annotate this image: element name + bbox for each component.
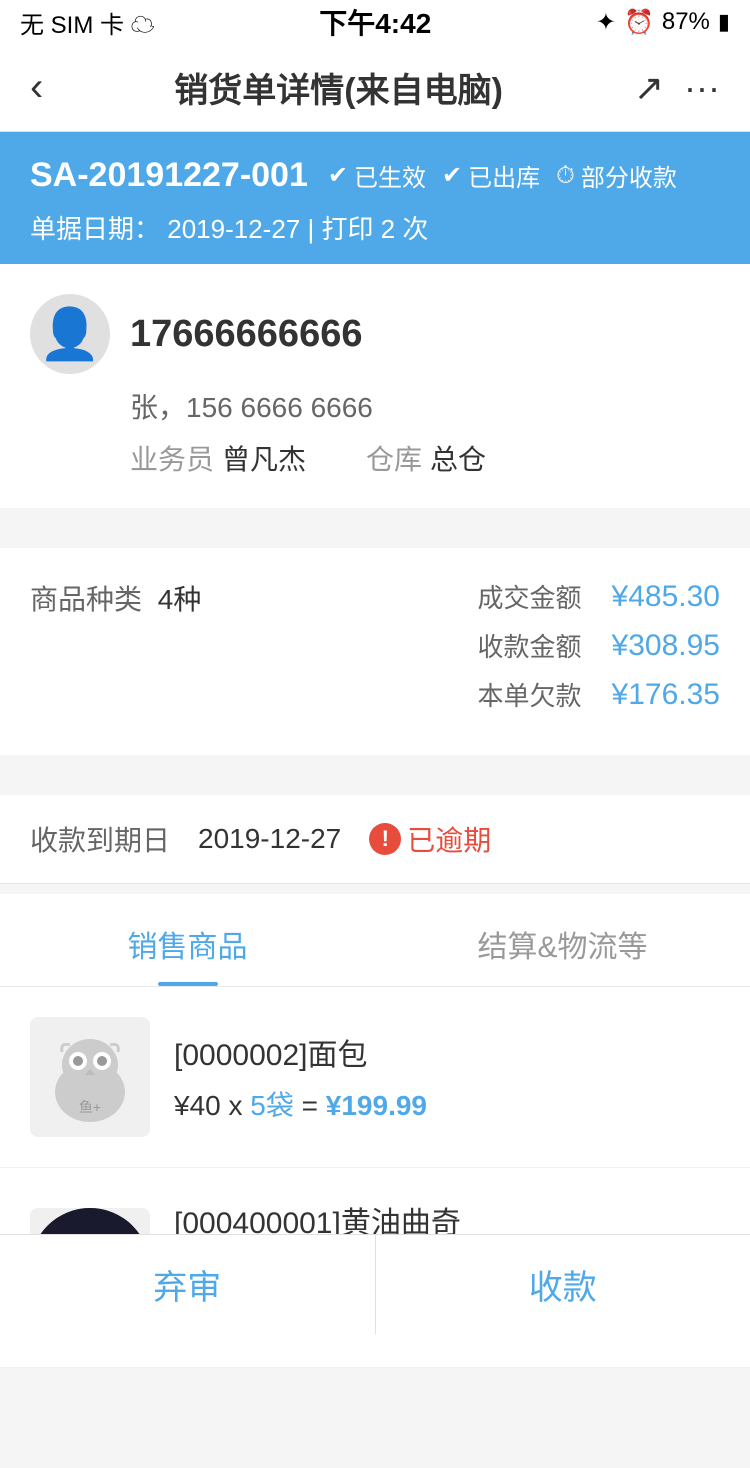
location-icon: ✦ xyxy=(596,8,616,37)
customer-section: 👤 17666666666 张，156 6666 6666 业务员 曾凡杰 仓库… xyxy=(0,264,750,508)
overdue-icon: ! xyxy=(369,823,401,855)
check-icon-1: ✔ xyxy=(328,161,348,190)
customer-name: 张，156 6666 6666 xyxy=(130,386,720,426)
deal-amount-value: ¥485.30 xyxy=(612,580,720,614)
deal-amount-row: 成交金额 ¥485.30 xyxy=(478,578,720,615)
page-title: 销货单详情(来自电脑) xyxy=(174,63,503,112)
bottom-bar: 弃审 收款 xyxy=(0,1234,750,1334)
warehouse-name: 总仓 xyxy=(430,438,486,478)
nav-actions: ↗ ··· xyxy=(634,67,720,109)
more-button[interactable]: ··· xyxy=(684,67,720,109)
tabs-section: 销售商品 结算&物流等 xyxy=(0,894,750,987)
customer-phone: 17666666666 xyxy=(130,313,362,356)
list-item: 鱼+ [0000002]面包 ¥40 x 5袋 = ¥199.99 xyxy=(0,987,750,1168)
status-right: ✦ ⏰ 87% ▮ xyxy=(596,8,730,37)
order-badges: ✔ 已生效 ✔ 已出库 ⏱ 部分收款 xyxy=(328,158,677,193)
badge-active: ✔ 已生效 xyxy=(328,158,426,193)
owed-label: 本单欠款 xyxy=(478,676,582,713)
due-label: 收款到期日 xyxy=(30,819,170,859)
sales-name: 曾凡杰 xyxy=(222,438,306,478)
user-icon: 👤 xyxy=(39,305,101,364)
owed-value: ¥176.35 xyxy=(612,678,720,712)
svg-text:鱼+: 鱼+ xyxy=(79,1099,101,1115)
product-total-1: ¥199.99 xyxy=(326,1090,427,1121)
tab-settlement[interactable]: 结算&物流等 xyxy=(375,894,750,986)
owed-row: 本单欠款 ¥176.35 xyxy=(478,676,720,713)
collect-button[interactable]: 收款 xyxy=(376,1235,750,1334)
cancel-review-button[interactable]: 弃审 xyxy=(0,1235,376,1334)
overdue-text: 已逾期 xyxy=(407,819,491,859)
back-button[interactable]: ‹ xyxy=(30,65,43,110)
product-qty-1: 5袋 xyxy=(250,1090,294,1121)
share-button[interactable]: ↗ xyxy=(634,67,664,109)
tab-sales-products[interactable]: 销售商品 xyxy=(0,894,375,986)
collected-label: 收款金额 xyxy=(478,627,582,664)
order-number: SA-20191227-001 xyxy=(30,156,308,195)
clock-icon: ⏱ xyxy=(556,162,575,190)
alarm-icon: ⏰ xyxy=(624,8,654,37)
due-section: 收款到期日 2019-12-27 ! 已逾期 xyxy=(0,795,750,884)
tabs-row: 销售商品 结算&物流等 xyxy=(0,894,750,986)
battery-icon: ▮ xyxy=(718,9,730,35)
status-time: 下午4:42 xyxy=(319,2,431,42)
product-count: 4种 xyxy=(158,584,202,615)
check-icon-2: ✔ xyxy=(442,161,462,190)
sim-status: 无 SIM 卡 ☁ xyxy=(20,5,155,40)
avatar: 👤 xyxy=(30,294,110,374)
separator-3 xyxy=(0,884,750,894)
sales-label: 业务员 xyxy=(130,438,214,478)
product-types: 商品种类 4种 xyxy=(30,578,201,618)
due-date-value: 2019-12-27 xyxy=(198,823,341,855)
warehouse-info: 仓库 总仓 xyxy=(366,438,486,478)
product-price-1: ¥40 x 5袋 = ¥199.99 xyxy=(174,1084,720,1124)
summary-left: 商品种类 4种 xyxy=(30,578,201,618)
status-left: 无 SIM 卡 ☁ xyxy=(20,5,155,40)
warehouse-label: 仓库 xyxy=(366,438,422,478)
order-date: 单据日期： 2019-12-27 | 打印 2 次 xyxy=(30,209,720,246)
sales-info: 业务员 曾凡杰 xyxy=(130,438,306,478)
collected-value: ¥308.95 xyxy=(612,629,720,663)
tab-underline xyxy=(158,982,218,986)
product-name-1: [0000002]面包 xyxy=(174,1030,720,1074)
order-header: SA-20191227-001 ✔ 已生效 ✔ 已出库 ⏱ 部分收款 单据日期：… xyxy=(0,132,750,264)
product-info-1: [0000002]面包 ¥40 x 5袋 = ¥199.99 xyxy=(174,1030,720,1124)
summary-right: 成交金额 ¥485.30 收款金额 ¥308.95 本单欠款 ¥176.35 xyxy=(478,578,720,725)
customer-meta: 业务员 曾凡杰 仓库 总仓 xyxy=(130,438,720,478)
summary-section: 商品种类 4种 成交金额 ¥485.30 收款金额 ¥308.95 本单欠款 ¥… xyxy=(0,548,750,755)
collected-row: 收款金额 ¥308.95 xyxy=(478,627,720,664)
separator-1 xyxy=(0,528,750,548)
nav-bar: ‹ 销货单详情(来自电脑) ↗ ··· xyxy=(0,44,750,132)
separator-2 xyxy=(0,775,750,795)
bottom-spacer xyxy=(0,1368,750,1468)
badge-shipped: ✔ 已出库 xyxy=(442,158,540,193)
status-bar: 无 SIM 卡 ☁ 下午4:42 ✦ ⏰ 87% ▮ xyxy=(0,0,750,44)
owl-logo-icon: 鱼+ xyxy=(30,1017,150,1137)
product-image-1: 鱼+ xyxy=(30,1017,150,1137)
deal-amount-label: 成交金额 xyxy=(478,578,582,615)
badge-partial: ⏱ 部分收款 xyxy=(556,158,677,193)
battery-status: 87% xyxy=(662,8,710,36)
overdue-badge: ! 已逾期 xyxy=(369,819,491,859)
